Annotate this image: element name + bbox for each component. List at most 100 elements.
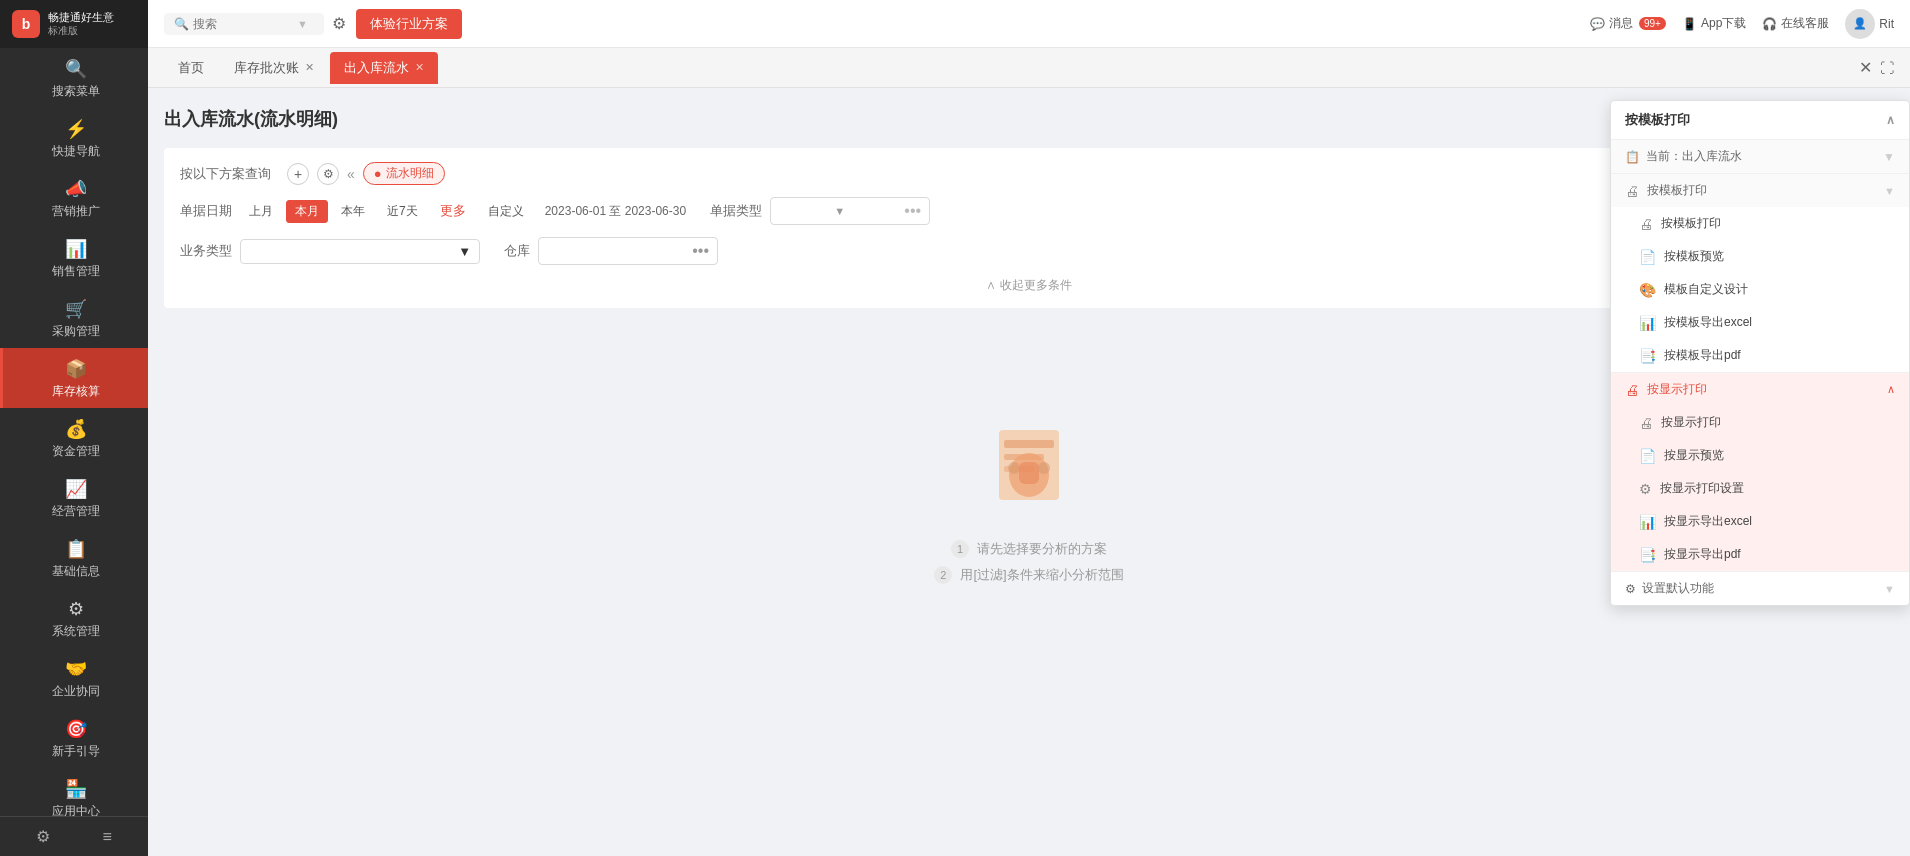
- marketing-icon: 📣: [65, 178, 87, 200]
- date-more[interactable]: 更多: [431, 199, 475, 223]
- template-export-excel-item[interactable]: 📊 按模板导出excel: [1611, 306, 1909, 339]
- template-preview-item[interactable]: 📄 按模板预览: [1611, 240, 1909, 273]
- tab-batch[interactable]: 库存批次账 ✕: [220, 52, 328, 84]
- date-label: 单据日期: [180, 202, 232, 220]
- date-custom[interactable]: 自定义: [479, 200, 533, 223]
- template-print-label: 按模板打印: [1647, 182, 1707, 199]
- date-last-month[interactable]: 上月: [240, 200, 282, 223]
- sidebar-item-quick-nav[interactable]: ⚡ 快捷导航: [0, 108, 148, 168]
- user-avatar-area[interactable]: 👤 Rit: [1845, 9, 1894, 39]
- display-export-pdf-label: 按显示导出pdf: [1664, 546, 1741, 563]
- sidebar-item-purchase[interactable]: 🛒 采购管理: [0, 288, 148, 348]
- printer-small-icon: 🖨: [1639, 216, 1653, 232]
- business-type-input[interactable]: ▼: [240, 239, 480, 264]
- messages-button[interactable]: 💬 消息 99+: [1590, 15, 1666, 32]
- sidebar-item-label: 销售管理: [52, 263, 100, 280]
- search-icon: 🔍: [174, 17, 189, 31]
- online-service-button[interactable]: 🎧 在线客服: [1762, 15, 1829, 32]
- display-export-pdf-item[interactable]: 📑 按显示导出pdf: [1611, 538, 1909, 571]
- tab-home-label: 首页: [178, 59, 204, 77]
- tab-flow[interactable]: 出入库流水 ✕: [330, 52, 438, 84]
- apps-icon: 🏪: [65, 778, 87, 800]
- empty-illustration: [969, 420, 1089, 520]
- template-print-section: 🖨 按模板打印 ▼ 🖨 按模板打印 📄 按模板预览 🎨 模板自定义设计 📊 按模…: [1611, 174, 1909, 373]
- template-customize-item[interactable]: 🎨 模板自定义设计: [1611, 273, 1909, 306]
- doctype-select[interactable]: ▼ •••: [770, 197, 930, 225]
- date-buttons: 上月 本月 本年 近7天 更多 自定义: [240, 199, 533, 223]
- sales-icon: 📊: [65, 238, 87, 260]
- filter-label: 按以下方案查询: [180, 165, 271, 183]
- date-last-7-days[interactable]: 近7天: [378, 200, 427, 223]
- tab-home[interactable]: 首页: [164, 52, 218, 84]
- dropdown-collapse-icon[interactable]: ∧: [1886, 113, 1895, 127]
- display-print-settings-item[interactable]: ⚙ 按显示打印设置: [1611, 472, 1909, 505]
- display-print-header-label: 🖨 按显示打印: [1625, 381, 1707, 398]
- filter-setting-button[interactable]: ⚙: [317, 163, 339, 185]
- tab-expand-icon[interactable]: ⛶: [1880, 60, 1894, 76]
- app-download-button[interactable]: 📱 App下载: [1682, 15, 1746, 32]
- messages-label: 消息: [1609, 15, 1633, 32]
- display-export-excel-item[interactable]: 📊 按显示导出excel: [1611, 505, 1909, 538]
- date-range-display: 2023-06-01 至 2023-06-30: [545, 203, 686, 220]
- sidebar-item-marketing[interactable]: 📣 营销推广: [0, 168, 148, 228]
- date-this-year[interactable]: 本年: [332, 200, 374, 223]
- set-default-section[interactable]: ⚙ 设置默认功能 ▼: [1611, 572, 1909, 605]
- basic-icon: 📋: [65, 538, 87, 560]
- display-print-header[interactable]: 🖨 按显示打印 ∧: [1611, 373, 1909, 406]
- display-section-arrow: ∧: [1887, 383, 1895, 396]
- current-label: 当前：出入库流水: [1646, 148, 1742, 165]
- display-export-excel-label: 按显示导出excel: [1664, 513, 1752, 530]
- sidebar-toggle-button[interactable]: ≡: [102, 828, 111, 846]
- template-print-header[interactable]: 🖨 按模板打印 ▼: [1611, 174, 1909, 207]
- display-preview-item[interactable]: 📄 按显示预览: [1611, 439, 1909, 472]
- doctype-label: 单据类型: [710, 202, 762, 220]
- gear-icon[interactable]: ⚙: [332, 14, 346, 33]
- tab-batch-close-icon[interactable]: ✕: [305, 61, 314, 74]
- search-input[interactable]: [193, 17, 293, 31]
- filter-collapse-button[interactable]: «: [347, 166, 355, 182]
- sidebar-item-search[interactable]: 🔍 搜索菜单: [0, 48, 148, 108]
- template-print-item[interactable]: 🖨 按模板打印: [1611, 207, 1909, 240]
- display-print-label: 按显示打印: [1647, 381, 1707, 398]
- dropdown-header: 按模板打印 ∧: [1611, 101, 1909, 140]
- tag-icon: ●: [374, 166, 382, 181]
- logo-icon: b: [12, 10, 40, 38]
- sidebar-item-guide[interactable]: 🎯 新手引导: [0, 708, 148, 768]
- sidebar-item-sales[interactable]: 📊 销售管理: [0, 228, 148, 288]
- filter-business-group: 业务类型 ▼: [180, 239, 480, 264]
- topbar-right: 💬 消息 99+ 📱 App下载 🎧 在线客服 👤 Rit: [1590, 9, 1894, 39]
- sidebar-item-system[interactable]: ⚙ 系统管理: [0, 588, 148, 648]
- sidebar-scroll: 🔍 搜索菜单 ⚡ 快捷导航 📣 营销推广 📊 销售管理 🛒 采购管理 📦 库存核…: [0, 48, 148, 816]
- display-preview-icon: 📄: [1639, 448, 1656, 464]
- tab-flow-label: 出入库流水: [344, 59, 409, 77]
- sidebar-item-basic[interactable]: 📋 基础信息: [0, 528, 148, 588]
- headset-icon: 🎧: [1762, 17, 1777, 31]
- display-preview-label: 按显示预览: [1664, 447, 1724, 464]
- warehouse-input[interactable]: •••: [538, 237, 718, 265]
- sidebar-settings-button[interactable]: ⚙: [36, 827, 50, 846]
- dropdown-title: 按模板打印: [1625, 111, 1690, 129]
- collapse-label: ∧ 收起更多条件: [986, 277, 1071, 294]
- sidebar-item-finance[interactable]: 💰 资金管理: [0, 408, 148, 468]
- filter-tag-label: 流水明细: [386, 165, 434, 182]
- topbar-search-container[interactable]: 🔍 ▼: [164, 13, 324, 35]
- sidebar-item-apps[interactable]: 🏪 应用中心: [0, 768, 148, 816]
- industry-button[interactable]: 体验行业方案: [356, 9, 462, 39]
- purchase-icon: 🛒: [65, 298, 87, 320]
- printer-icon: 🖨: [1625, 183, 1639, 199]
- svg-point-6: [1008, 462, 1020, 474]
- tab-close-all-icon[interactable]: ✕: [1859, 58, 1872, 77]
- cooperation-icon: 🤝: [65, 658, 87, 680]
- sidebar-item-inventory[interactable]: 📦 库存核算: [0, 348, 148, 408]
- warehouse-label: 仓库: [504, 242, 530, 260]
- tab-flow-close-icon[interactable]: ✕: [415, 61, 424, 74]
- set-default-icon: ⚙: [1625, 582, 1636, 596]
- template-export-pdf-item[interactable]: 📑 按模板导出pdf: [1611, 339, 1909, 372]
- section-arrow: ▼: [1884, 185, 1895, 197]
- messages-badge: 99+: [1639, 17, 1666, 30]
- filter-add-button[interactable]: +: [287, 163, 309, 185]
- sidebar-item-cooperation[interactable]: 🤝 企业协同: [0, 648, 148, 708]
- sidebar-item-operations[interactable]: 📈 经营管理: [0, 468, 148, 528]
- date-this-month[interactable]: 本月: [286, 200, 328, 223]
- display-print-item[interactable]: 🖨 按显示打印: [1611, 406, 1909, 439]
